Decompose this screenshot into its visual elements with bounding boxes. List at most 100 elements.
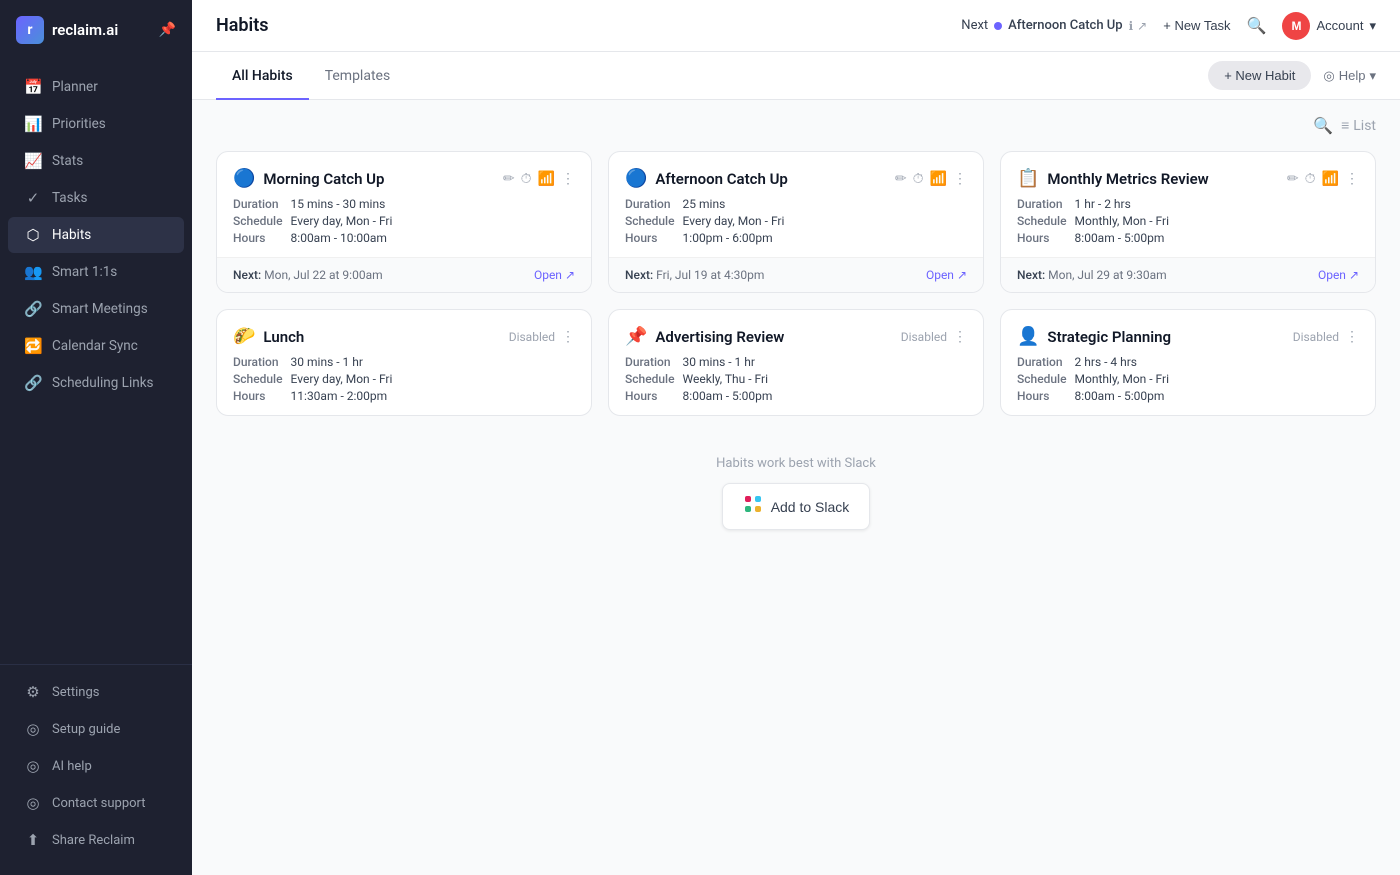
content-area: All Habits Templates + New Habit ◎ Help …: [192, 52, 1400, 875]
habit-name: Afternoon Catch Up: [655, 170, 894, 188]
sidebar-item-setup-guide[interactable]: ◎ Setup guide: [8, 711, 184, 747]
duration-label: Duration: [1017, 197, 1067, 211]
edit-icon[interactable]: ✏: [895, 171, 907, 187]
habit-card-footer: Next: Mon, Jul 29 at 9:30am Open ↗: [1001, 257, 1375, 292]
schedule-label: Schedule: [1017, 372, 1067, 386]
habit-icon: 🔵: [233, 168, 255, 189]
more-icon[interactable]: ⋮: [1345, 171, 1359, 187]
tab-bar: All Habits Templates + New Habit ◎ Help …: [192, 52, 1400, 100]
sidebar-item-stats[interactable]: 📈 Stats: [8, 143, 184, 179]
external-link-icon: ↗: [565, 268, 575, 282]
habit-name: Morning Catch Up: [263, 170, 502, 188]
habits-icon: ⬡: [24, 226, 42, 244]
tab-templates[interactable]: Templates: [309, 52, 407, 100]
sidebar-item-smart-meetings[interactable]: 🔗 Smart Meetings: [8, 291, 184, 327]
habit-name: Lunch: [263, 328, 508, 346]
sidebar-item-habits[interactable]: ⬡ Habits: [8, 217, 184, 253]
setup-guide-icon: ◎: [24, 720, 42, 738]
duration-label: Duration: [625, 197, 675, 211]
habit-details: Duration 15 mins - 30 mins Schedule Ever…: [217, 197, 591, 257]
sidebar-item-scheduling-links[interactable]: 🔗 Scheduling Links: [8, 365, 184, 401]
schedule-label: Schedule: [625, 372, 675, 386]
open-link[interactable]: Open ↗: [926, 268, 967, 282]
hours-value: 8:00am - 10:00am: [291, 231, 575, 245]
sidebar-item-label: Priorities: [52, 116, 106, 132]
add-to-slack-button[interactable]: Add to Slack: [722, 483, 871, 530]
hours-label: Hours: [1017, 231, 1067, 245]
duration-value: 15 mins - 30 mins: [291, 197, 575, 211]
help-button[interactable]: ◎ Help ▾: [1323, 68, 1376, 84]
timer-icon[interactable]: ⏱: [913, 171, 924, 187]
chevron-down-icon: ▾: [1369, 68, 1376, 84]
help-circle-icon: ◎: [1323, 68, 1334, 84]
next-text: Next: Mon, Jul 22 at 9:00am: [233, 268, 383, 282]
list-icon: ≡: [1341, 117, 1349, 134]
info-icon[interactable]: ℹ: [1129, 19, 1134, 33]
list-view-button[interactable]: ≡ List: [1341, 117, 1376, 134]
open-label: Open: [534, 268, 562, 282]
habit-details: Duration 2 hrs - 4 hrs Schedule Monthly,…: [1001, 355, 1375, 415]
logo-icon: r: [16, 16, 44, 44]
add-to-slack-label: Add to Slack: [771, 499, 850, 515]
more-icon[interactable]: ⋮: [561, 329, 575, 345]
more-icon[interactable]: ⋮: [953, 329, 967, 345]
duration-value: 30 mins - 1 hr: [291, 355, 575, 369]
chart-icon[interactable]: 📶: [538, 171, 555, 187]
new-habit-button[interactable]: + New Habit: [1208, 61, 1311, 90]
settings-icon: ⚙: [24, 683, 42, 701]
sidebar-item-tasks[interactable]: ✓ Tasks: [8, 180, 184, 216]
sidebar-item-calendar-sync[interactable]: 🔁 Calendar Sync: [8, 328, 184, 364]
slack-promo: Habits work best with Slack Add to Slack: [216, 416, 1376, 550]
habit-card-header: 🔵 Morning Catch Up ✏ ⏱ 📶 ⋮: [217, 152, 591, 197]
share-icon: ⬆: [24, 831, 42, 849]
habit-details: Duration 30 mins - 1 hr Schedule Weekly,…: [609, 355, 983, 415]
schedule-label: Schedule: [625, 214, 675, 228]
chart-icon[interactable]: 📶: [930, 171, 947, 187]
habit-icon: 📌: [625, 326, 647, 347]
timer-icon[interactable]: ⏱: [521, 171, 532, 187]
schedule-value: Monthly, Mon - Fri: [1075, 372, 1359, 386]
next-text: Next: Fri, Jul 19 at 4:30pm: [625, 268, 764, 282]
edit-icon[interactable]: ✏: [1287, 171, 1299, 187]
pin-icon[interactable]: 📌: [159, 22, 176, 38]
sidebar-nav: 📅 Planner 📊 Priorities 📈 Stats ✓ Tasks ⬡…: [0, 60, 192, 664]
logo[interactable]: r reclaim.ai 📌: [0, 0, 192, 60]
sidebar-item-priorities[interactable]: 📊 Priorities: [8, 106, 184, 142]
open-link[interactable]: Open ↗: [1318, 268, 1359, 282]
schedule-value: Every day, Mon - Fri: [683, 214, 967, 228]
habit-icon: 🔵: [625, 168, 647, 189]
timer-icon[interactable]: ⏱: [1305, 171, 1316, 187]
external-link-icon[interactable]: ↗: [1137, 19, 1147, 33]
duration-value: 2 hrs - 4 hrs: [1075, 355, 1359, 369]
grid-area: 🔍 ≡ List 🔵 Morning Catch Up ✏ ⏱ 📶: [192, 100, 1400, 574]
sidebar-item-share-reclaim[interactable]: ⬆ Share Reclaim: [8, 822, 184, 858]
new-task-button[interactable]: + New Task: [1163, 18, 1230, 33]
more-icon[interactable]: ⋮: [561, 171, 575, 187]
account-button[interactable]: M Account ▾: [1282, 12, 1376, 40]
sidebar-item-contact-support[interactable]: ◎ Contact support: [8, 785, 184, 821]
contact-support-icon: ◎: [24, 794, 42, 812]
disabled-badge: Disabled: [901, 330, 947, 344]
habit-card-header: 📌 Advertising Review Disabled ⋮: [609, 310, 983, 355]
edit-icon[interactable]: ✏: [503, 171, 515, 187]
schedule-label: Schedule: [1017, 214, 1067, 228]
schedule-value: Monthly, Mon - Fri: [1075, 214, 1359, 228]
schedule-value: Every day, Mon - Fri: [291, 372, 575, 386]
schedule-value: Every day, Mon - Fri: [291, 214, 575, 228]
sidebar-item-label: Contact support: [52, 796, 146, 811]
next-item[interactable]: Afternoon Catch Up: [1008, 18, 1122, 33]
open-link[interactable]: Open ↗: [534, 268, 575, 282]
more-icon[interactable]: ⋮: [1345, 329, 1359, 345]
sidebar-item-ai-help[interactable]: ◎ AI help: [8, 748, 184, 784]
more-icon[interactable]: ⋮: [953, 171, 967, 187]
sidebar-item-label: Planner: [52, 79, 98, 95]
grid-search-icon[interactable]: 🔍: [1313, 116, 1333, 135]
sidebar-item-smart-1-1s[interactable]: 👥 Smart 1:1s: [8, 254, 184, 290]
list-label: List: [1353, 118, 1376, 134]
sidebar-item-settings[interactable]: ⚙ Settings: [8, 674, 184, 710]
search-button[interactable]: 🔍: [1247, 16, 1267, 36]
sidebar-item-planner[interactable]: 📅 Planner: [8, 69, 184, 105]
tab-all-habits[interactable]: All Habits: [216, 52, 309, 100]
chart-icon[interactable]: 📶: [1322, 171, 1339, 187]
tasks-icon: ✓: [24, 189, 42, 207]
